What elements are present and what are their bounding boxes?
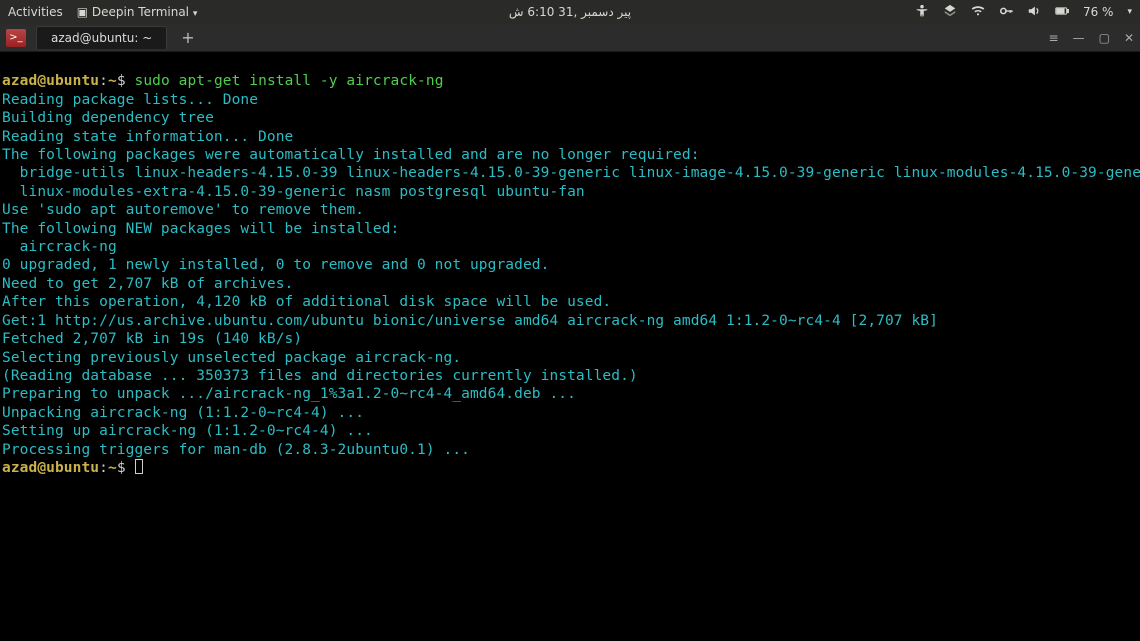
output-line: Setting up aircrack-ng (1:1.2-0~rc4-4) .… (2, 423, 373, 439)
wifi-icon[interactable] (971, 4, 985, 21)
output-line: (Reading database ... 350373 files and d… (2, 368, 638, 384)
output-line: Need to get 2,707 kB of archives. (2, 276, 293, 292)
window-titlebar: >_ azad@ubuntu: ~ + ≡ — ▢ ✕ (0, 24, 1140, 52)
prompt-user: azad@ubuntu (2, 73, 99, 89)
output-line: Fetched 2,707 kB in 19s (140 kB/s) (2, 331, 302, 347)
new-tab-button[interactable]: + (177, 28, 198, 47)
prompt-path: ~ (108, 73, 117, 89)
minimize-button[interactable]: — (1073, 31, 1085, 45)
output-line: Building dependency tree (2, 110, 214, 126)
activities-button[interactable]: Activities (8, 5, 63, 19)
hamburger-menu-icon[interactable]: ≡ (1049, 31, 1059, 45)
desktop-topbar: Activities ▣ Deepin Terminal پیر دسمبر ,… (0, 0, 1140, 24)
output-line: Use 'sudo apt autoremove' to remove them… (2, 202, 364, 218)
output-line: 0 upgraded, 1 newly installed, 0 to remo… (2, 257, 549, 273)
prompt-colon: : (99, 73, 108, 89)
vpn-key-icon[interactable] (999, 4, 1013, 21)
terminal-output[interactable]: azad@ubuntu:~$ sudo apt-get install -y a… (0, 52, 1140, 479)
app-menu-label: Deepin Terminal (92, 5, 189, 19)
prompt-dollar: $ (117, 73, 135, 89)
output-line: Reading state information... Done (2, 129, 293, 145)
terminal-mini-icon: ▣ (77, 5, 88, 19)
clock[interactable]: پیر دسمبر ,31 6:10 ش (509, 5, 631, 19)
output-line: Reading package lists... Done (2, 92, 258, 108)
output-line: Processing triggers for man-db (2.8.3-2u… (2, 442, 470, 458)
accessibility-icon[interactable] (915, 4, 929, 21)
battery-icon[interactable] (1055, 4, 1069, 21)
input-source-icon[interactable] (943, 4, 957, 21)
output-line: Preparing to unpack .../aircrack-ng_1%3a… (2, 386, 576, 402)
maximize-button[interactable]: ▢ (1099, 31, 1110, 45)
cursor (135, 459, 143, 474)
output-line: The following NEW packages will be insta… (2, 221, 399, 237)
app-menu[interactable]: ▣ Deepin Terminal (77, 5, 198, 19)
volume-icon[interactable] (1027, 4, 1041, 21)
terminal-tab[interactable]: azad@ubuntu: ~ (36, 26, 167, 49)
output-line: bridge-utils linux-headers-4.15.0-39 lin… (2, 165, 1140, 181)
battery-percent: 76 % (1083, 5, 1114, 19)
prompt-dollar: $ (117, 460, 135, 476)
close-button[interactable]: ✕ (1124, 31, 1134, 45)
output-line: The following packages were automaticall… (2, 147, 700, 163)
output-line: Get:1 http://us.archive.ubuntu.com/ubunt… (2, 313, 938, 329)
prompt-path: ~ (108, 460, 117, 476)
prompt-user: azad@ubuntu (2, 460, 99, 476)
output-line: aircrack-ng (2, 239, 117, 255)
output-line: Unpacking aircrack-ng (1:1.2-0~rc4-4) ..… (2, 405, 364, 421)
terminal-app-icon: >_ (6, 29, 26, 47)
output-line: Selecting previously unselected package … (2, 350, 461, 366)
command-text: sudo apt-get install -y aircrack-ng (135, 73, 444, 89)
output-line: linux-modules-extra-4.15.0-39-generic na… (2, 184, 585, 200)
system-menu-chevron-icon[interactable]: ▾ (1127, 7, 1132, 17)
output-line: After this operation, 4,120 kB of additi… (2, 294, 611, 310)
